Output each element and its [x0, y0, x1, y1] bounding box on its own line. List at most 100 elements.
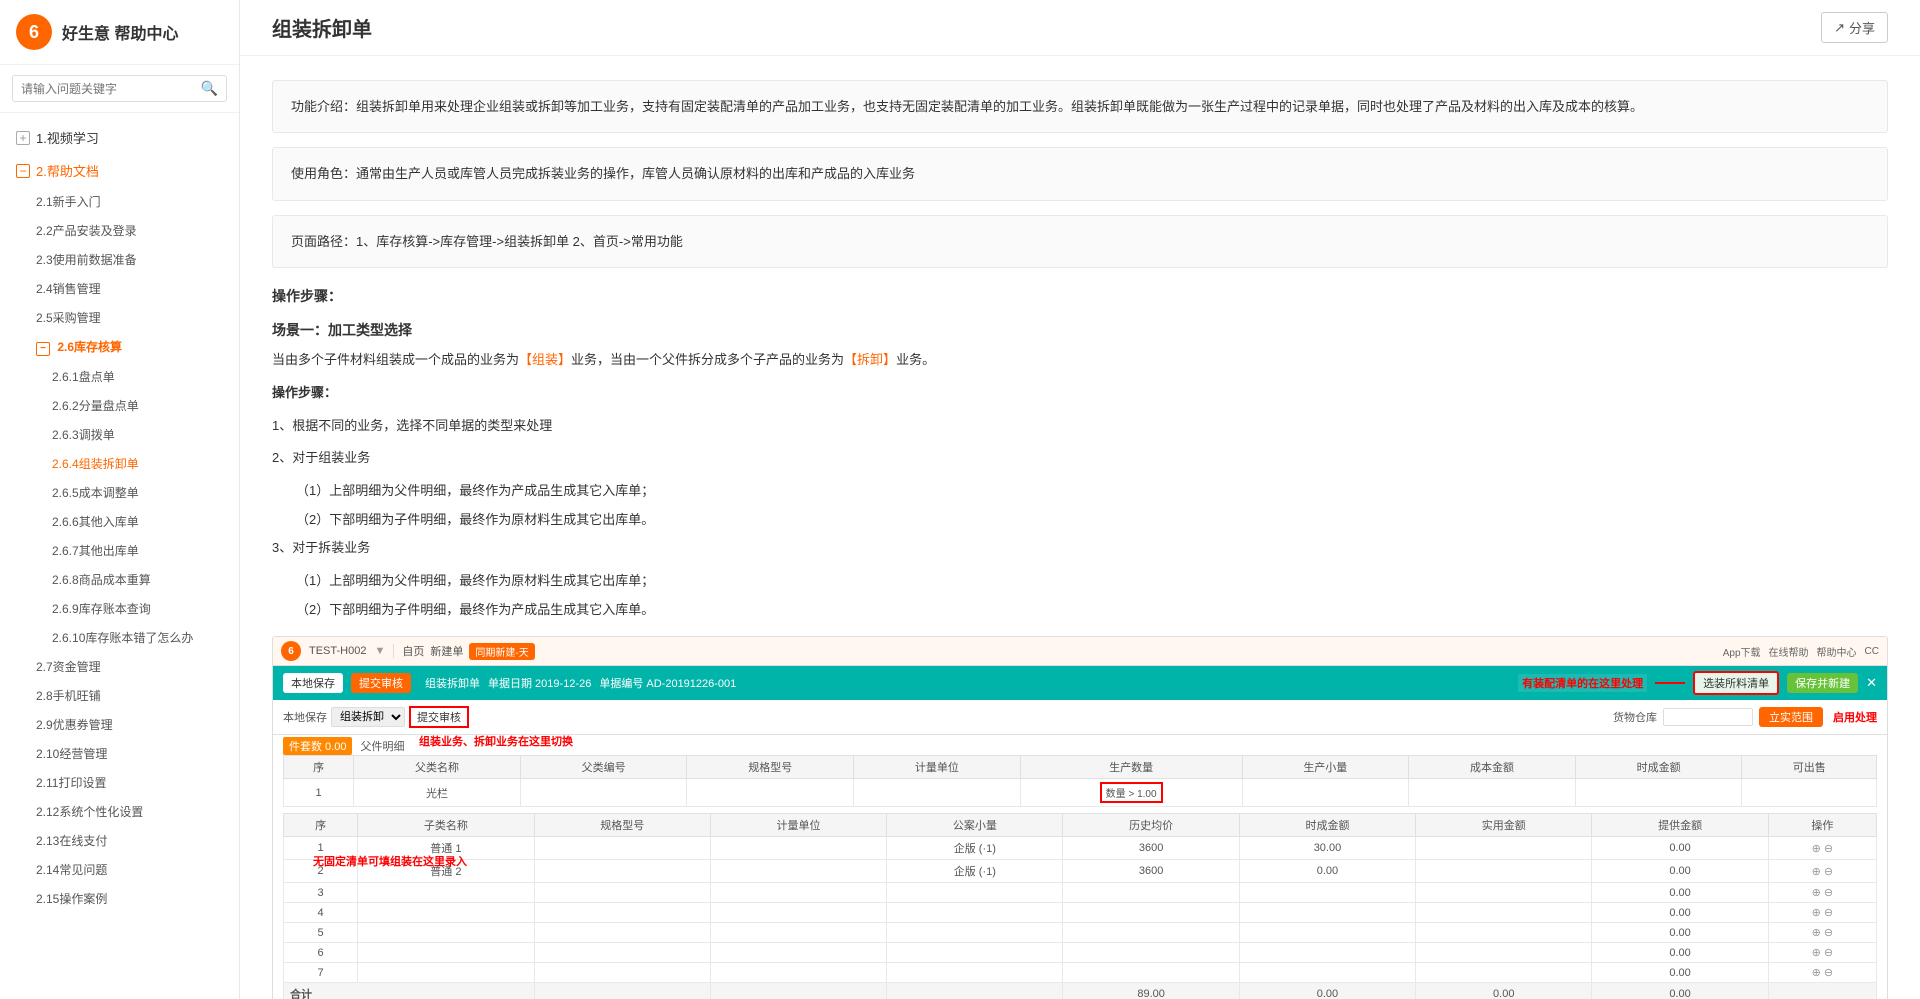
app-parent-table-wrap: 序 父类名称 父类编号 规格型号 计量单位 生产数量 生产小量 成本金额 时成金… — [273, 755, 1887, 813]
step2-2: （2）下部明细为子件明细，最终作为原材料生成其它出库单。 — [272, 508, 1888, 533]
app-nav-home[interactable]: 自页 — [402, 643, 424, 659]
app-logo-icon: 6 — [281, 641, 301, 661]
table-row: 1 普通 1 企版 (·1) 3600 30.00 0.00 ⊕ ⊖ — [284, 837, 1877, 860]
highlight-assembly: 【组装】 — [519, 352, 571, 367]
sidebar-item-install[interactable]: 2.2产品安装及登录 — [0, 216, 239, 245]
app-child-table-wrap: 无固定清单可填组装在这里录入 序 子类名称 规格型号 计量单位 公案小量 历史均… — [273, 813, 1887, 999]
step3-1: （1）上部明细为父件明细，最终作为原材料生成其它出库单； — [272, 569, 1888, 594]
app-field-ops-type[interactable]: 提交审核 — [409, 706, 469, 728]
sidebar-item-stockerror[interactable]: 2.6.10库存账本错了怎么办 — [0, 623, 239, 652]
anno-bom-text: 有装配清单的在这里处理 — [1518, 674, 1647, 692]
sidebar-item-finance[interactable]: 2.7资金管理 — [0, 652, 239, 681]
intro-block-1: 功能介绍：组装拆卸单用来处理企业组装或拆卸等加工业务，支持有固定装配清单的产品加… — [272, 80, 1888, 133]
step1: 1、根据不同的业务，选择不同单据的类型来处理 — [272, 414, 1888, 439]
td-spec — [687, 779, 854, 807]
ops-title: 操作步骤： — [272, 286, 1888, 306]
intro-block-2: 使用角色：通常由生产人员或库管人员完成拆装业务的操作，库管人员确认原材料的出库和… — [272, 147, 1888, 200]
cth-provamt: 提供金额 — [1592, 814, 1768, 837]
cth-avgprice: 历史均价 — [1063, 814, 1239, 837]
sidebar-item-stocktake[interactable]: 2.6.1盘点单 — [0, 362, 239, 391]
td-costamt — [1409, 779, 1576, 807]
sidebar-item-new[interactable]: 2.1新手入门 — [0, 187, 239, 216]
app-screenshot: 6 TEST-H002 ▼ 自页 新建单 同期新建-天 App下载 在线帮助 帮… — [273, 637, 1887, 999]
anno-switchtype-text: 组装业务、拆卸业务在这里切换 — [419, 733, 573, 749]
sidebar-item-otherout[interactable]: 2.6.7其他出库单 — [0, 536, 239, 565]
share-icon: ↗ — [1834, 20, 1845, 36]
app-field-type-select[interactable]: 组装拆卸 — [331, 707, 405, 727]
sidebar-item-faq[interactable]: 2.14常见问题 — [0, 855, 239, 884]
step2-1: （1）上部明细为父件明细，最终作为产成品生成其它入库单； — [272, 479, 1888, 504]
page-title: 组装拆卸单 — [272, 13, 372, 42]
th-costamt: 成本金额 — [1409, 756, 1576, 779]
app-nav-new[interactable]: 新建单 — [430, 643, 463, 659]
app-btn-localsave[interactable]: 本地保存 — [283, 673, 343, 693]
app-right-nav: App下载 在线帮助 帮助中心 CC — [1723, 644, 1879, 659]
app-nav: 自页 新建单 同期新建-天 — [402, 643, 1714, 660]
cth-action: 操作 — [1768, 814, 1876, 837]
td-unit — [854, 779, 1021, 807]
app-btn-savecreate[interactable]: 保存并新建 — [1787, 673, 1858, 693]
sidebar-item-data[interactable]: 2.3使用前数据准备 — [0, 245, 239, 274]
td-prodqty-box[interactable]: 数量 > 1.00 — [1100, 782, 1163, 803]
sidebar-item-video[interactable]: + 1.视频学习 — [0, 121, 239, 154]
table-row: 60.00⊕ ⊖ — [284, 943, 1877, 963]
td-code — [520, 779, 687, 807]
anno-nofixed-text: 无固定清单可填组装在这里录入 — [313, 853, 467, 869]
content-area: 功能介绍：组装拆卸单用来处理企业组装或拆卸等加工业务，支持有固定装配清单的产品加… — [240, 56, 1920, 999]
td-seq: 1 — [284, 779, 354, 807]
sidebar-item-coupon[interactable]: 2.9优惠券管理 — [0, 710, 239, 739]
app-field-wh-input[interactable] — [1663, 708, 1753, 726]
sidebar-item-personalize[interactable]: 2.12系统个性化设置 — [0, 797, 239, 826]
sidebar-item-assembly[interactable]: 2.6.4组装拆卸单 — [0, 449, 239, 478]
app-btn-submit[interactable]: 提交审核 — [351, 673, 411, 693]
sidebar-item-costcalc[interactable]: 2.6.8商品成本重算 — [0, 565, 239, 594]
cth-planqty: 公案小量 — [887, 814, 1063, 837]
app-nav-cc[interactable]: CC — [1865, 646, 1879, 657]
sidebar-item-adjust[interactable]: 2.6.3调拨单 — [0, 420, 239, 449]
search-input[interactable] — [21, 82, 201, 96]
cth-name: 子类名称 — [358, 814, 534, 837]
app-btn-close[interactable]: ✕ — [1866, 675, 1877, 691]
td-timecost — [1575, 779, 1742, 807]
logo-area: 6 好生意 帮助中心 — [0, 0, 239, 65]
app-header: 6 TEST-H002 ▼ 自页 新建单 同期新建-天 App下载 在线帮助 帮… — [273, 637, 1887, 666]
sidebar-item-operations[interactable]: 2.10经营管理 — [0, 739, 239, 768]
cth-unit: 计量单位 — [710, 814, 886, 837]
step3-2: （2）下部明细为子件明细，最终作为产成品生成其它入库单。 — [272, 598, 1888, 623]
app-field-type-label: 本地保存 — [283, 709, 327, 725]
app-btn-confirm[interactable]: 立实范围 — [1759, 707, 1823, 727]
td-prodqty: 数量 > 1.00 — [1020, 779, 1242, 807]
search-area: 🔍 — [0, 65, 239, 113]
app-nav-appdownload[interactable]: App下载 — [1723, 644, 1761, 659]
sidebar-item-mobile[interactable]: 2.8手机旺铺 — [0, 681, 239, 710]
th-code: 父类编号 — [520, 756, 687, 779]
ops-steps-title: 操作步骤： — [272, 381, 1888, 406]
sidebar-item-print[interactable]: 2.11打印设置 — [0, 768, 239, 797]
app-date-label: 单据日期 2019-12-26 — [488, 675, 591, 691]
step3: 3、对于拆装业务 — [272, 536, 1888, 561]
intro-block-3: 页面路径：1、库存核算->库存管理->组装拆卸单 2、首页->常用功能 — [272, 215, 1888, 268]
table-footer: 合计 89.00 0.00 0.00 0.00 — [284, 983, 1877, 999]
sidebar-item-onlinepay[interactable]: 2.13在线支付 — [0, 826, 239, 855]
th-timecost: 时成金额 — [1575, 756, 1742, 779]
app-btn-bom[interactable]: 选装所料清单 — [1693, 671, 1779, 695]
app-form-row: 本地保存 组装拆卸 提交审核 组装业务、拆卸业务在这里切换 货物仓库 立实范围 — [273, 700, 1887, 735]
sidebar-item-sales[interactable]: 2.4销售管理 — [0, 274, 239, 303]
search-icon[interactable]: 🔍 — [201, 80, 218, 97]
sidebar-item-inventory[interactable]: − 2.6库存核算 — [0, 332, 239, 362]
highlight-disassembly: 【拆卸】 — [844, 352, 896, 367]
sidebar-item-split[interactable]: 2.6.2分量盘点单 — [0, 391, 239, 420]
app-docno-label: 单据编号 AD-20191226-001 — [599, 675, 736, 691]
sidebar-item-purchase[interactable]: 2.5采购管理 — [0, 303, 239, 332]
sidebar-item-docs[interactable]: − 2.帮助文档 — [0, 154, 239, 187]
anno-enable-text: 启用处理 — [1833, 709, 1877, 725]
sidebar-item-stockquery[interactable]: 2.6.9库存账本查询 — [0, 594, 239, 623]
sidebar-item-cases[interactable]: 2.15操作案例 — [0, 884, 239, 913]
app-nav-helpcenter[interactable]: 帮助中心 — [1817, 644, 1857, 659]
sidebar-item-otherin[interactable]: 2.6.6其他入库单 — [0, 507, 239, 536]
search-box: 🔍 — [12, 75, 227, 102]
app-dropdown-icon: ▼ — [374, 645, 385, 657]
app-nav-onlinehelp[interactable]: 在线帮助 — [1769, 644, 1809, 659]
sidebar-item-costadjust[interactable]: 2.6.5成本调整单 — [0, 478, 239, 507]
share-button[interactable]: ↗ 分享 — [1821, 12, 1888, 43]
